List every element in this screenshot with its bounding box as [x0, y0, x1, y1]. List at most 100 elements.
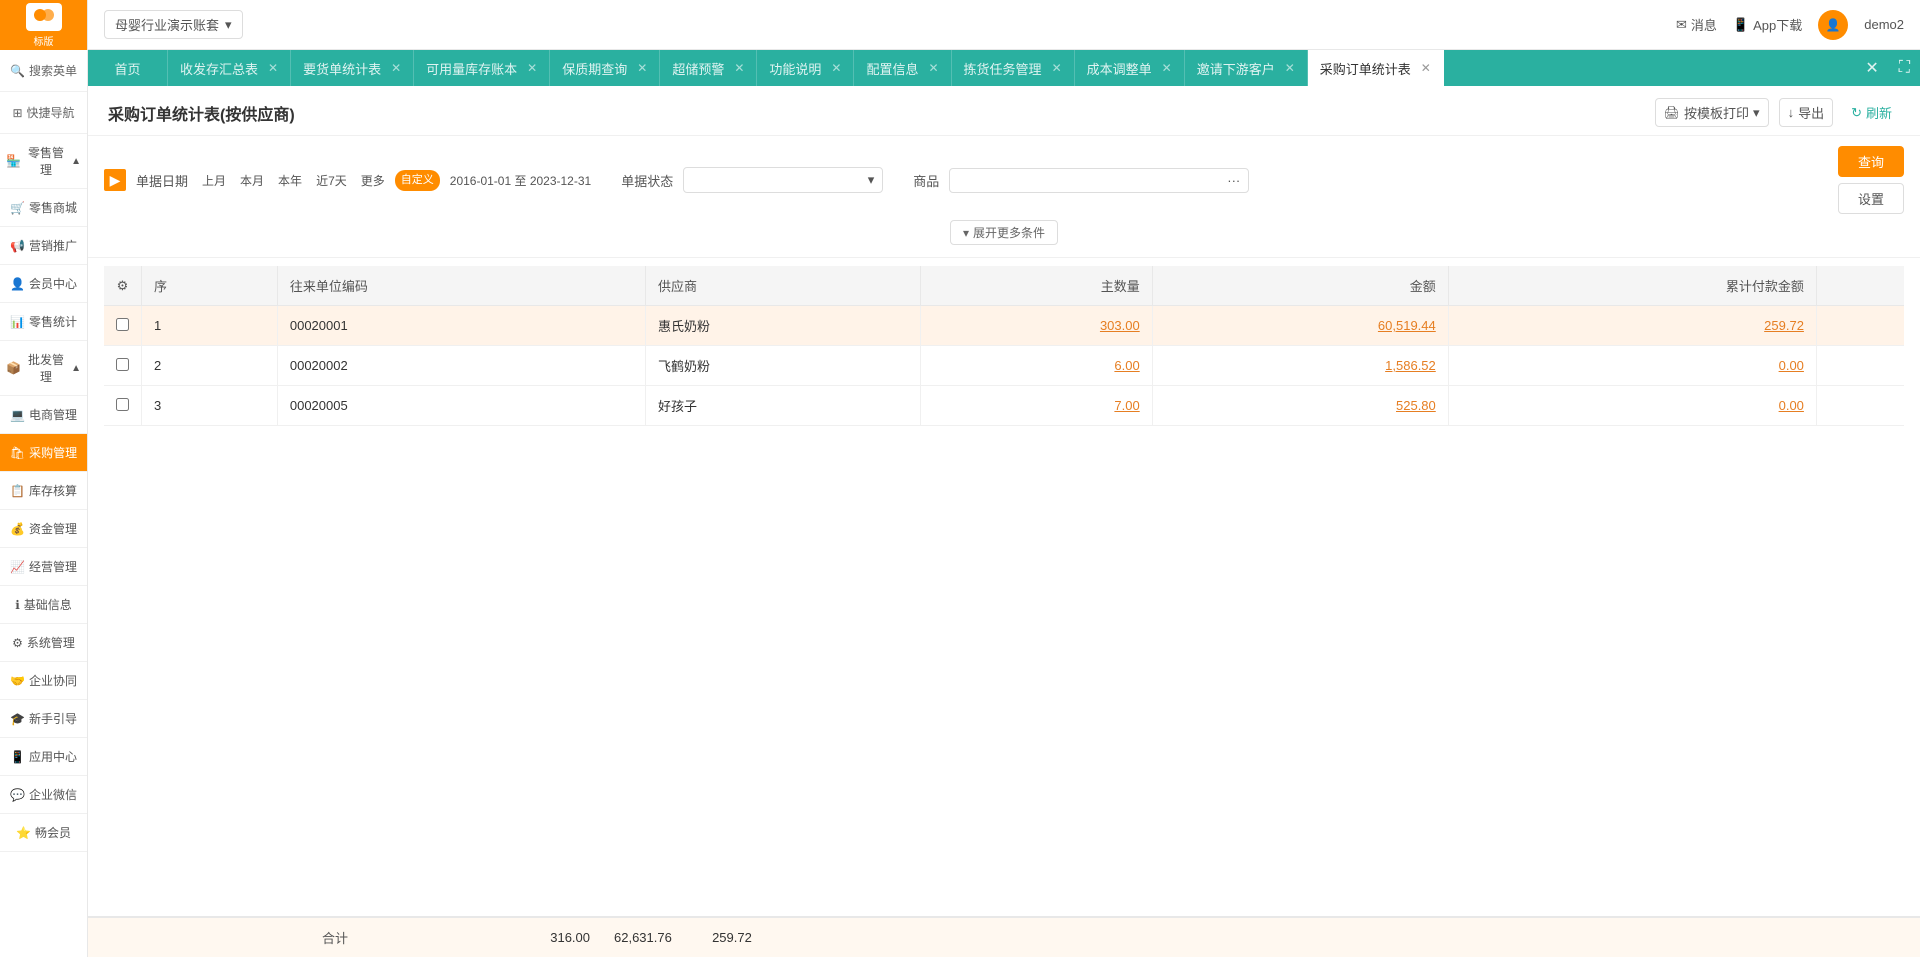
- tab-requisition[interactable]: 要货单统计表 ✕: [291, 50, 414, 86]
- cell-paid: 259.72: [1448, 306, 1816, 346]
- tab-requisition-close[interactable]: ✕: [391, 61, 401, 75]
- tab-overstock-close[interactable]: ✕: [734, 61, 744, 75]
- print-button[interactable]: 🖨 按模板打印 ▾: [1655, 98, 1769, 127]
- sidebar-item-basic[interactable]: ℹ 基础信息: [0, 586, 87, 624]
- sidebar-item-member[interactable]: 👤 会员中心: [0, 265, 87, 303]
- goods-dots: ···: [1227, 173, 1240, 188]
- refresh-button[interactable]: ↻ 刷新: [1843, 99, 1900, 126]
- app-download-button[interactable]: 📱 App下载: [1733, 15, 1802, 34]
- goods-input[interactable]: ···: [949, 168, 1249, 193]
- cell-empty: [1816, 306, 1904, 346]
- sidebar-item-finance[interactable]: 💰 资金管理: [0, 510, 87, 548]
- tab-task[interactable]: 拣货任务管理 ✕: [952, 50, 1075, 86]
- tab-expand-button[interactable]: ⛶: [1889, 50, 1920, 86]
- footer-label: 合计: [322, 928, 522, 947]
- cell-code: 00020005: [277, 386, 645, 426]
- sidebar-item-inventory[interactable]: 📋 库存核算: [0, 472, 87, 510]
- th-amount: 金额: [1152, 266, 1448, 306]
- sidebar-item-retail-stat[interactable]: 📊 零售统计: [0, 303, 87, 341]
- enterprise-icon: 🤝: [10, 674, 25, 688]
- tab-task-close[interactable]: ✕: [1052, 61, 1062, 75]
- tab-home[interactable]: 首页: [88, 50, 168, 86]
- cell-index: 2: [142, 346, 278, 386]
- tab-config-close[interactable]: ✕: [928, 61, 938, 75]
- table-row: 3 00020005 好孩子 7.00 525.80 0.00: [104, 386, 1904, 426]
- wechat-icon: 💬: [10, 788, 25, 802]
- export-button[interactable]: ↓ 导出: [1779, 98, 1834, 127]
- tab-overstock[interactable]: 超储预警 ✕: [660, 50, 757, 86]
- sidebar-item-member2[interactable]: ⭐ 畅会员: [0, 814, 87, 852]
- tab-inventory[interactable]: 可用量库存账本 ✕: [414, 50, 550, 86]
- sidebar-item-retail-mall[interactable]: 🛒 零售商城: [0, 189, 87, 227]
- sidebar-item-ecommerce[interactable]: 💻 电商管理: [0, 396, 87, 434]
- tab-invite-close[interactable]: ✕: [1285, 61, 1295, 75]
- th-settings[interactable]: ⚙: [104, 266, 142, 306]
- status-select-arrow: ▾: [868, 172, 875, 188]
- sidebar-item-marketing[interactable]: 📢 营销推广: [0, 227, 87, 265]
- query-button[interactable]: 查询: [1838, 146, 1904, 177]
- sidebar-item-system[interactable]: ⚙ 系统管理: [0, 624, 87, 662]
- quick-nav-button[interactable]: ⊞ 快捷导航: [6, 100, 81, 125]
- shortcut-this-month[interactable]: 本月: [236, 170, 268, 191]
- tab-warranty-close[interactable]: ✕: [637, 61, 647, 75]
- search-menu-button[interactable]: 🔍 搜索英单: [6, 58, 81, 83]
- cell-supplier: 惠氏奶粉: [646, 306, 921, 346]
- message-button[interactable]: ✉ 消息: [1676, 15, 1717, 34]
- footer-paid: 259.72: [684, 930, 764, 945]
- marketing-icon: 📢: [10, 239, 25, 253]
- sidebar-item-retail[interactable]: 🏪 零售管理 ▲: [0, 134, 87, 189]
- tab-cost[interactable]: 成本调整单 ✕: [1075, 50, 1185, 86]
- goods-filter-label: 商品: [913, 171, 939, 190]
- sidebar-item-wholesale[interactable]: 📦 批发管理 ▲: [0, 341, 87, 396]
- mall-icon: 🛒: [10, 201, 25, 215]
- shortcut-this-year[interactable]: 本年: [274, 170, 306, 191]
- tab-function[interactable]: 功能说明 ✕: [757, 50, 854, 86]
- status-select[interactable]: ▾: [683, 167, 883, 193]
- cell-checkbox[interactable]: [104, 386, 142, 426]
- cell-empty: [1816, 386, 1904, 426]
- export-icon: ↓: [1788, 105, 1795, 120]
- page-header: 采购订单统计表(按供应商) 🖨 按模板打印 ▾ ↓ 导出 ↻ 刷新: [88, 86, 1920, 136]
- cell-checkbox[interactable]: [104, 346, 142, 386]
- tab-invite[interactable]: 邀请下游客户 ✕: [1185, 50, 1308, 86]
- shortcut-more[interactable]: 更多: [357, 170, 389, 191]
- filter-toggle-button[interactable]: ▶: [104, 169, 126, 191]
- page-title: 采购订单统计表(按供应商): [108, 101, 295, 125]
- tab-cost-close[interactable]: ✕: [1162, 61, 1172, 75]
- operations-icon: 📈: [10, 560, 25, 574]
- filter-row-2: ▾ 展开更多条件: [104, 214, 1904, 247]
- settings-button[interactable]: 设置: [1838, 183, 1904, 214]
- sidebar-item-enterprise-wechat[interactable]: 💬 企业微信: [0, 776, 87, 814]
- sidebar-item-purchase[interactable]: 🛍 采购管理: [0, 434, 87, 472]
- tab-receive[interactable]: 收发存汇总表 ✕: [168, 50, 291, 86]
- sidebar-item-enterprise[interactable]: 🤝 企业协同: [0, 662, 87, 700]
- custom-badge[interactable]: 自定义: [395, 170, 440, 191]
- tab-close-all-button[interactable]: ✕: [1855, 50, 1888, 86]
- th-index: 序: [142, 266, 278, 306]
- tab-warranty[interactable]: 保质期查询 ✕: [550, 50, 660, 86]
- th-quantity: 主数量: [921, 266, 1152, 306]
- member2-icon: ⭐: [16, 826, 31, 840]
- tab-inventory-close[interactable]: ✕: [527, 61, 537, 75]
- shortcut-7days[interactable]: 近7天: [312, 170, 351, 191]
- sidebar-item-operations[interactable]: 📈 经营管理: [0, 548, 87, 586]
- account-dropdown[interactable]: 母婴行业演示账套 ▾: [104, 10, 243, 39]
- data-table: ⚙ 序 往来单位编码 供应商 主数量 金额 累计付款金额 1 00020001: [104, 266, 1904, 426]
- sidebar-item-newbie[interactable]: 🎓 新手引导: [0, 700, 87, 738]
- user-avatar[interactable]: 👤: [1818, 10, 1848, 40]
- page-content: 采购订单统计表(按供应商) 🖨 按模板打印 ▾ ↓ 导出 ↻ 刷新: [88, 86, 1920, 957]
- status-filter-label: 单据状态: [621, 171, 673, 190]
- printer-icon: 🖨: [1664, 105, 1681, 121]
- newbie-icon: 🎓: [10, 712, 25, 726]
- cell-checkbox[interactable]: [104, 306, 142, 346]
- expand-more-button[interactable]: ▾ 展开更多条件: [950, 220, 1058, 245]
- sidebar-item-app-center[interactable]: 📱 应用中心: [0, 738, 87, 776]
- tab-config[interactable]: 配置信息 ✕: [854, 50, 951, 86]
- tab-function-close[interactable]: ✕: [831, 61, 841, 75]
- tab-purchase-stat-close[interactable]: ✕: [1421, 61, 1431, 75]
- tab-receive-close[interactable]: ✕: [268, 61, 278, 75]
- tab-purchase-stat[interactable]: 采购订单统计表 ✕: [1308, 50, 1444, 86]
- app-logo[interactable]: 标版: [0, 0, 87, 50]
- cell-amount: 1,586.52: [1152, 346, 1448, 386]
- shortcut-last-month[interactable]: 上月: [198, 170, 230, 191]
